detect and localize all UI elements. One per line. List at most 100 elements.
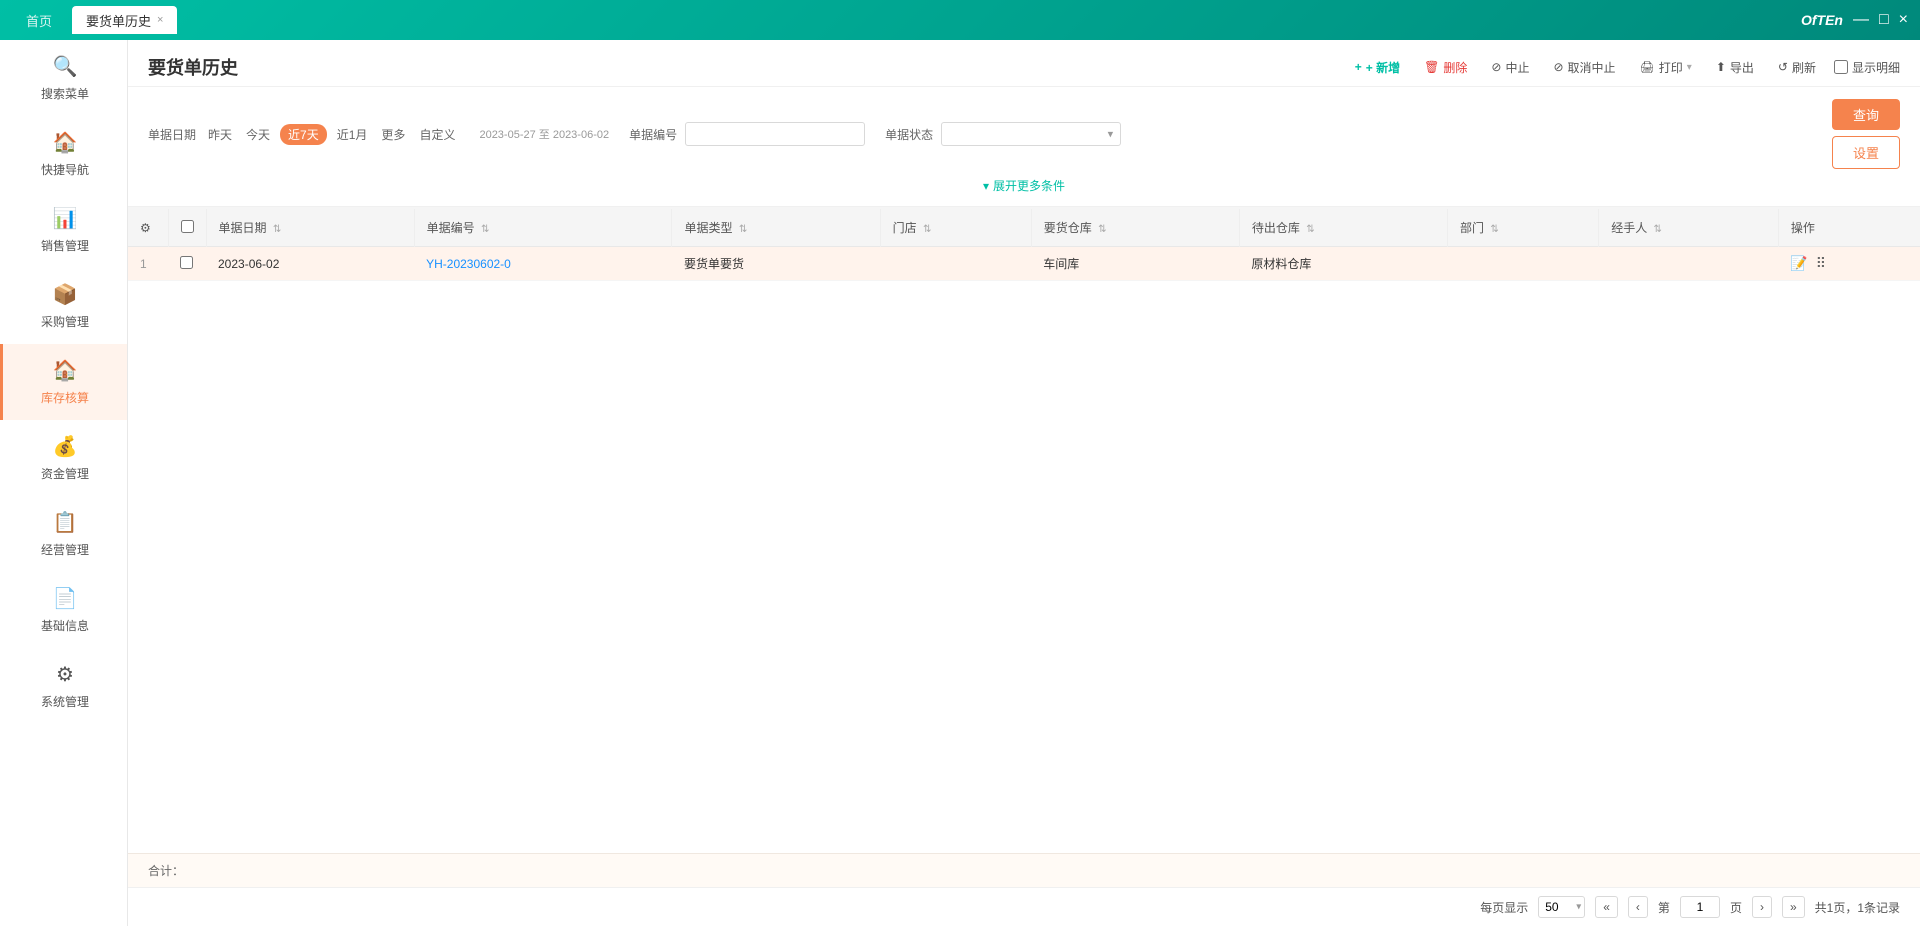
active-tab-label: 要货单历史 [86,11,151,30]
sidebar-item-finance[interactable]: 💰 资金管理 [0,420,127,496]
td-dept [1448,247,1599,281]
sidebar-item-operations[interactable]: 📋 经营管理 [0,496,127,572]
more-icon[interactable]: ⠿ [1816,255,1826,272]
th-store[interactable]: 门店 ⇅ [880,209,1031,247]
show-detail-button[interactable]: 显示明细 [1834,59,1900,76]
basic-info-icon: 📄 [53,586,78,611]
shortcut-more[interactable]: 更多 [377,124,409,145]
sidebar-item-label-sales: 销售管理 [41,237,89,254]
expand-more-button[interactable]: ▾ 展开更多条件 [148,177,1900,194]
stop-label: 中止 [1505,59,1529,76]
top-bar-right: OfTEn — □ × [1801,11,1908,29]
print-button[interactable]: 🖨 打印 ▾ [1634,55,1698,80]
td-doctype: 要货单要货 [672,247,880,281]
th-date[interactable]: 单据日期 ⇅ [206,209,414,247]
sidebar-item-label-basic: 基础信息 [41,617,89,634]
th-handler-label: 经手人 [1611,221,1647,235]
th-settings[interactable]: ⚙ [128,209,168,247]
docno-link[interactable]: YH-20230602-0 [426,257,511,271]
sidebar-item-purchase[interactable]: 📦 采购管理 [0,268,127,344]
export-button[interactable]: ⬆ 导出 [1710,55,1760,80]
table-footer: 合计： [128,853,1920,887]
window-close-icon[interactable]: × [1899,11,1908,29]
minimize-icon[interactable]: — [1853,11,1869,29]
sidebar-item-label-purchase: 采购管理 [41,313,89,330]
date-shortcuts: 昨天 今天 近7天 近1月 更多 自定义 [204,124,459,145]
plus-icon: + [1355,60,1362,74]
sidebar: 🔍 搜索菜单 🏠 快捷导航 📊 销售管理 📦 采购管理 🏠 库存核算 💰 资金管… [0,40,128,926]
sidebar-item-label-search: 搜索菜单 [41,85,89,102]
per-page-select[interactable]: 10 20 50 100 [1538,896,1585,918]
th-date-label: 单据日期 [219,221,267,235]
sidebar-item-label-finance: 资金管理 [41,465,89,482]
last-page-button[interactable]: » [1782,896,1805,918]
status-label: 单据状态 [885,126,933,143]
edit-icon[interactable]: 📝 [1790,255,1807,272]
print-dropdown-icon: ▾ [1687,62,1692,73]
select-all-checkbox[interactable] [181,220,194,233]
tab-home[interactable]: 首页 [12,6,66,34]
sidebar-item-system[interactable]: ⚙ 系统管理 [0,648,127,724]
page-input[interactable] [1680,896,1720,918]
row-checkbox[interactable] [180,256,193,269]
shortcut-7days[interactable]: 近7天 [280,124,327,145]
query-button[interactable]: 查询 [1832,99,1900,130]
refresh-label: 刷新 [1792,59,1816,76]
th-doctype[interactable]: 单据类型 ⇅ [672,209,880,247]
layout: 🔍 搜索菜单 🏠 快捷导航 📊 销售管理 📦 采购管理 🏠 库存核算 💰 资金管… [0,40,1920,926]
th-warehouse[interactable]: 要货仓库 ⇅ [1031,209,1239,247]
sort-date-icon: ⇅ [273,224,281,235]
td-num: 1 [128,247,168,281]
td-checkbox[interactable] [168,247,206,281]
settings-gear-icon[interactable]: ⚙ [140,221,151,235]
shortcut-yesterday[interactable]: 昨天 [204,124,236,145]
sidebar-item-sales[interactable]: 📊 销售管理 [0,192,127,268]
th-warehouse-label: 要货仓库 [1044,221,1092,235]
settings-button[interactable]: 设置 [1832,136,1900,169]
shortcut-1month[interactable]: 近1月 [333,124,372,145]
total-label: 合计： [148,864,184,878]
first-page-button[interactable]: « [1595,896,1618,918]
tab-active[interactable]: 要货单历史 × [72,6,177,34]
show-detail-checkbox[interactable] [1834,60,1848,74]
next-page-button[interactable]: › [1752,896,1772,918]
sidebar-item-label-inventory: 库存核算 [41,389,89,406]
maximize-icon[interactable]: □ [1879,11,1889,29]
th-checkbox[interactable] [168,209,206,247]
th-pending-warehouse-label: 待出仓库 [1252,221,1300,235]
sort-store-icon: ⇅ [923,224,931,235]
sidebar-item-search-menu[interactable]: 🔍 搜索菜单 [0,40,127,116]
prev-page-button[interactable]: ‹ [1628,896,1648,918]
shortcut-today[interactable]: 今天 [242,124,274,145]
sort-pending-icon: ⇅ [1306,224,1314,235]
page-label-unit: 页 [1730,899,1742,916]
th-pending-warehouse[interactable]: 待出仓库 ⇅ [1239,209,1447,247]
toolbar: + + 新增 🗑 删除 ⊘ 中止 ⊘ 取消中止 🖨 打印 [1349,55,1900,80]
delete-button[interactable]: 🗑 删除 [1418,55,1473,80]
home-tab-label: 首页 [26,11,52,30]
sales-icon: 📊 [53,206,78,231]
status-select[interactable]: 草稿 已审批 [941,122,1121,146]
operations-icon: 📋 [53,510,78,535]
refresh-button[interactable]: ↺ 刷新 [1772,55,1822,80]
th-dept[interactable]: 部门 ⇅ [1448,209,1599,247]
sidebar-item-inventory[interactable]: 🏠 库存核算 [0,344,127,420]
shortcut-custom[interactable]: 自定义 [415,124,459,145]
new-button[interactable]: + + 新增 [1349,55,1406,80]
trash-icon: 🗑 [1424,60,1439,74]
th-store-label: 门店 [893,221,917,235]
th-handler[interactable]: 经手人 ⇅ [1599,209,1779,247]
data-table: ⚙ 单据日期 ⇅ 单据编号 ⇅ [128,209,1920,281]
date-range-text: 2023-05-27 至 2023-06-02 [479,126,609,142]
th-doctype-label: 单据类型 [684,221,732,235]
total-info: 共1页，1条记录 [1815,899,1900,916]
sidebar-item-quick-nav[interactable]: 🏠 快捷导航 [0,116,127,192]
cancel-stop-button[interactable]: ⊘ 取消中止 [1547,55,1621,80]
stop-button[interactable]: ⊘ 中止 [1485,55,1535,80]
docnum-input[interactable] [685,122,865,146]
sidebar-item-basic-info[interactable]: 📄 基础信息 [0,572,127,648]
th-docno[interactable]: 单据编号 ⇅ [414,209,672,247]
refresh-icon: ↺ [1778,60,1788,74]
sort-warehouse-icon: ⇅ [1098,224,1106,235]
close-tab-icon[interactable]: × [157,14,163,26]
